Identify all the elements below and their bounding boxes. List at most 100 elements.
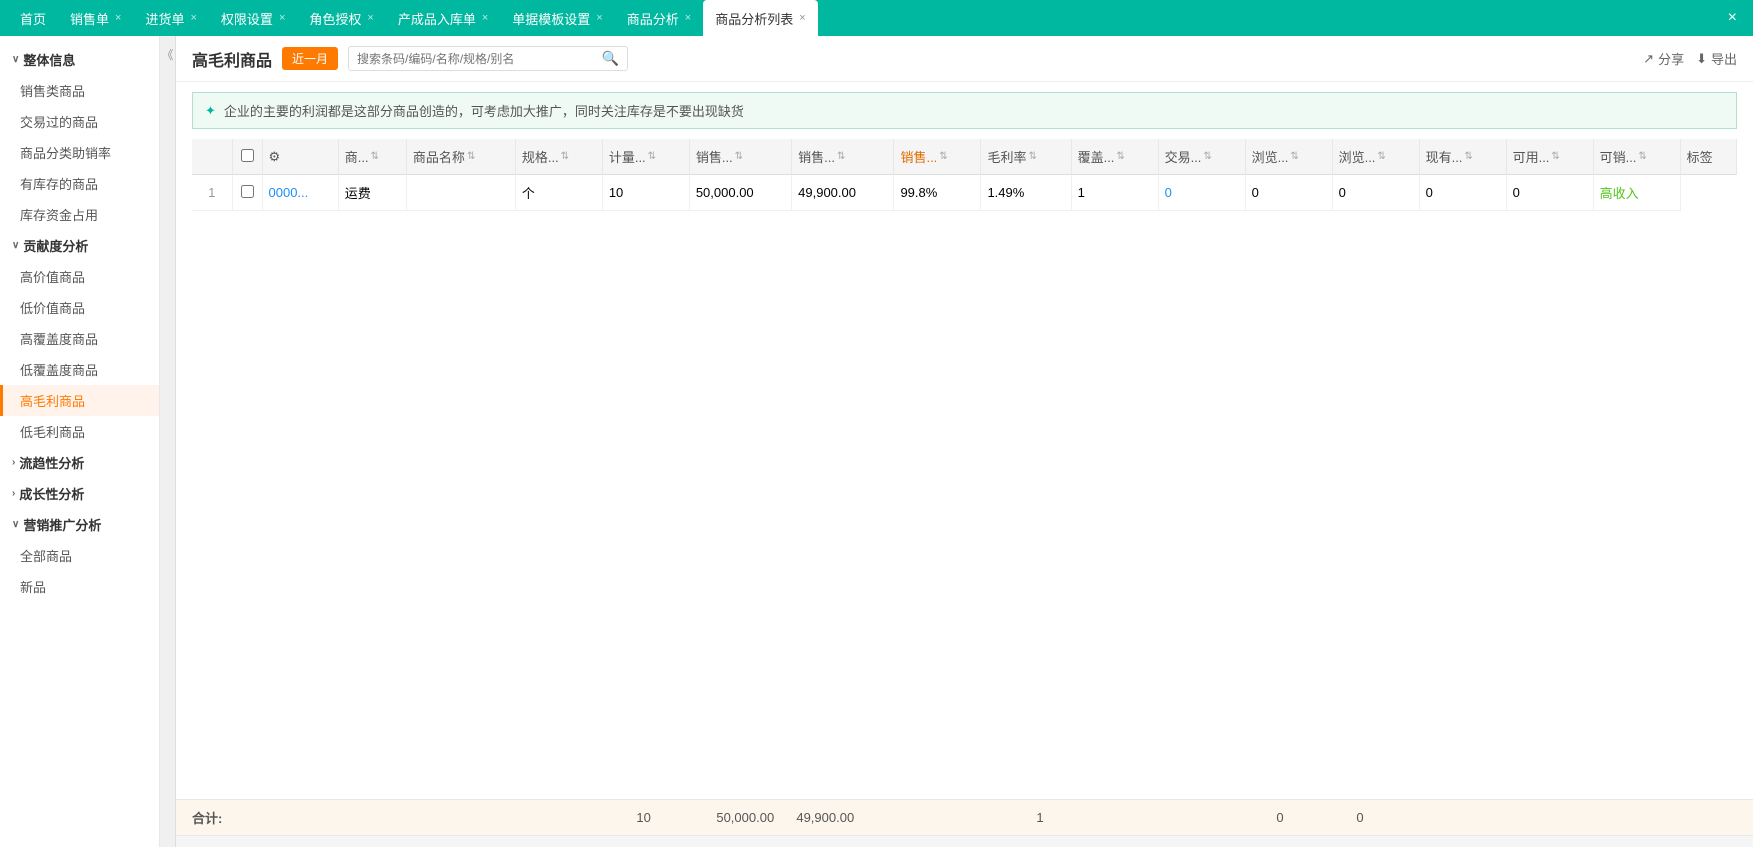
footer-sales-qty: 10 (630, 810, 710, 825)
footer-cells: 10 50,000.00 49,900.00 1 0 0 (230, 810, 1737, 825)
tab-product-analysis-list[interactable]: 商品分析列表 × (703, 0, 817, 36)
sort-icon[interactable]: ⇅ (939, 151, 947, 162)
sidebar-group-trend[interactable]: › 流趋性分析 (0, 447, 159, 478)
close-icon[interactable]: × (115, 12, 121, 24)
sort-icon[interactable]: ⇅ (1028, 151, 1036, 162)
close-icon[interactable]: × (596, 12, 602, 24)
footer-cell-empty9 (1190, 810, 1270, 825)
col-browse1: 浏览...⇅ (1245, 139, 1332, 175)
col-sellable: 可销...⇅ (1593, 139, 1680, 175)
footer-trans: 1 (1030, 810, 1110, 825)
sort-icon[interactable]: ⇅ (1551, 151, 1559, 162)
footer-cell-empty2 (310, 810, 390, 825)
cell-coverage: 1.49% (981, 175, 1071, 211)
col-code: 商...⇅ (338, 139, 406, 175)
sidebar-item-high-value[interactable]: 高价值商品 (0, 261, 159, 292)
sort-icon[interactable]: ⇅ (837, 151, 845, 162)
product-table: ⚙ 商...⇅ 商品名称⇅ 规格...⇅ 计量...⇅ 销售...⇅ 销售...… (192, 139, 1737, 211)
cell-code[interactable]: 0000... (262, 175, 338, 211)
col-settings[interactable]: ⚙ (262, 139, 338, 175)
sidebar-item-new-goods[interactable]: 新品 (0, 571, 159, 602)
sidebar-item-high-coverage[interactable]: 高覆盖度商品 (0, 323, 159, 354)
sidebar-group-contribution[interactable]: ∨ 贡献度分析 (0, 230, 159, 261)
tab-purchase-order[interactable]: 进货单 × (133, 0, 208, 36)
tab-product-analysis[interactable]: 商品分析 × (615, 0, 703, 36)
sidebar-item-in-stock-goods[interactable]: 有库存的商品 (0, 168, 159, 199)
sort-icon[interactable]: ⇅ (1203, 151, 1211, 162)
footer-cell-empty6 (870, 810, 950, 825)
close-icon[interactable]: × (367, 12, 373, 24)
sidebar-toggle-button[interactable]: 《 (160, 36, 176, 847)
tab-sales-order[interactable]: 销售单 × (58, 0, 133, 36)
col-browse2: 浏览...⇅ (1332, 139, 1419, 175)
close-icon[interactable]: × (685, 12, 691, 24)
sort-icon[interactable]: ⇅ (735, 151, 743, 162)
table-header-row: ⚙ 商...⇅ 商品名称⇅ 规格...⇅ 计量...⇅ 销售...⇅ 销售...… (192, 139, 1737, 175)
tab-home[interactable]: 首页 (8, 0, 58, 36)
content-area: 高毛利商品 近一月 🔍 ↗ 分享 ⬇ 导出 ✦ 企业的主要的利润都是这部分商品创… (176, 36, 1753, 847)
cell-sales-amt: 50,000.00 (689, 175, 791, 211)
col-sales-qty: 销售...⇅ (689, 139, 791, 175)
tab-role-auth[interactable]: 角色授权 × (297, 0, 385, 36)
export-button[interactable]: ⬇ 导出 (1696, 49, 1737, 68)
sidebar-item-low-value[interactable]: 低价值商品 (0, 292, 159, 323)
chevron-right-icon: › (12, 488, 15, 499)
sidebar-item-category-rate[interactable]: 商品分类助销率 (0, 137, 159, 168)
sort-icon[interactable]: ⇅ (467, 151, 475, 162)
col-name: 商品名称⇅ (406, 139, 515, 175)
footer-cell-empty8 (1110, 810, 1190, 825)
cell-tag: 高收入 (1593, 175, 1680, 211)
col-coverage: 覆盖...⇅ (1071, 139, 1158, 175)
col-trans: 交易...⇅ (1158, 139, 1245, 175)
sidebar-item-all-goods[interactable]: 全部商品 (0, 540, 159, 571)
search-input[interactable] (357, 52, 598, 66)
close-icon[interactable]: × (190, 12, 196, 24)
horizontal-scrollbar[interactable] (176, 835, 1753, 847)
close-icon[interactable]: × (279, 12, 285, 24)
sort-icon[interactable]: ⇅ (1116, 151, 1124, 162)
cell-current-stock: 0 (1332, 175, 1419, 211)
sidebar-item-low-margin[interactable]: 低毛利商品 (0, 416, 159, 447)
header-actions: ↗ 分享 ⬇ 导出 (1643, 49, 1737, 68)
filter-recent-month-button[interactable]: 近一月 (282, 47, 338, 70)
col-sales-amt: 销售...⇅ (792, 139, 894, 175)
sort-icon[interactable]: ⇅ (1464, 151, 1472, 162)
sidebar-item-high-margin[interactable]: 高毛利商品 (0, 385, 159, 416)
sort-icon[interactable]: ⇅ (1377, 151, 1385, 162)
col-no (192, 139, 232, 175)
chevron-right-icon: › (12, 457, 15, 468)
cell-sales-profit: 49,900.00 (792, 175, 894, 211)
tab-permission-settings[interactable]: 权限设置 × (209, 0, 297, 36)
sort-icon[interactable]: ⇅ (1290, 151, 1298, 162)
footer-current-stock: 0 (1270, 810, 1350, 825)
table-container: ⚙ 商...⇅ 商品名称⇅ 规格...⇅ 计量...⇅ 销售...⇅ 销售...… (176, 139, 1753, 799)
row-checkbox[interactable] (241, 185, 254, 198)
sidebar-item-sales-goods[interactable]: 销售类商品 (0, 75, 159, 106)
sidebar-item-traded-goods[interactable]: 交易过的商品 (0, 106, 159, 137)
sidebar-item-stock-capital[interactable]: 库存资金占用 (0, 199, 159, 230)
info-banner: ✦ 企业的主要的利润都是这部分商品创造的，可考虑加大推广，同时关注库存是不要出现… (192, 92, 1737, 129)
info-text: 企业的主要的利润都是这部分商品创造的，可考虑加大推广，同时关注库存是不要出现缺货 (224, 101, 744, 120)
cell-browse1: 0 (1158, 175, 1245, 211)
sidebar-group-marketing[interactable]: ∨ 营销推广分析 (0, 509, 159, 540)
cell-sellable: 0 (1506, 175, 1593, 211)
share-button[interactable]: ↗ 分享 (1643, 49, 1684, 68)
collapse-icon: 《 (161, 46, 173, 63)
sort-icon[interactable]: ⇅ (1638, 151, 1646, 162)
chevron-down-icon: ∨ (12, 519, 19, 530)
window-close-button[interactable]: × (1720, 9, 1745, 27)
footer-sales-amt: 50,000.00 (710, 810, 790, 825)
sidebar-group-growth[interactable]: › 成长性分析 (0, 478, 159, 509)
sort-icon[interactable]: ⇅ (371, 151, 379, 162)
sort-icon[interactable]: ⇅ (648, 151, 656, 162)
tab-product-inbound[interactable]: 产成品入库单 × (386, 0, 500, 36)
select-all-checkbox[interactable] (241, 149, 254, 162)
sidebar-group-overview[interactable]: ∨ 整体信息 (0, 44, 159, 75)
sort-icon[interactable]: ⇅ (561, 151, 569, 162)
footer-sales-profit: 49,900.00 (790, 810, 870, 825)
close-icon[interactable]: × (799, 12, 805, 24)
close-icon[interactable]: × (482, 12, 488, 24)
col-sales-profit: 销售...⇅ (894, 139, 981, 175)
tab-doc-template[interactable]: 单据模板设置 × (500, 0, 614, 36)
sidebar-item-low-coverage[interactable]: 低覆盖度商品 (0, 354, 159, 385)
